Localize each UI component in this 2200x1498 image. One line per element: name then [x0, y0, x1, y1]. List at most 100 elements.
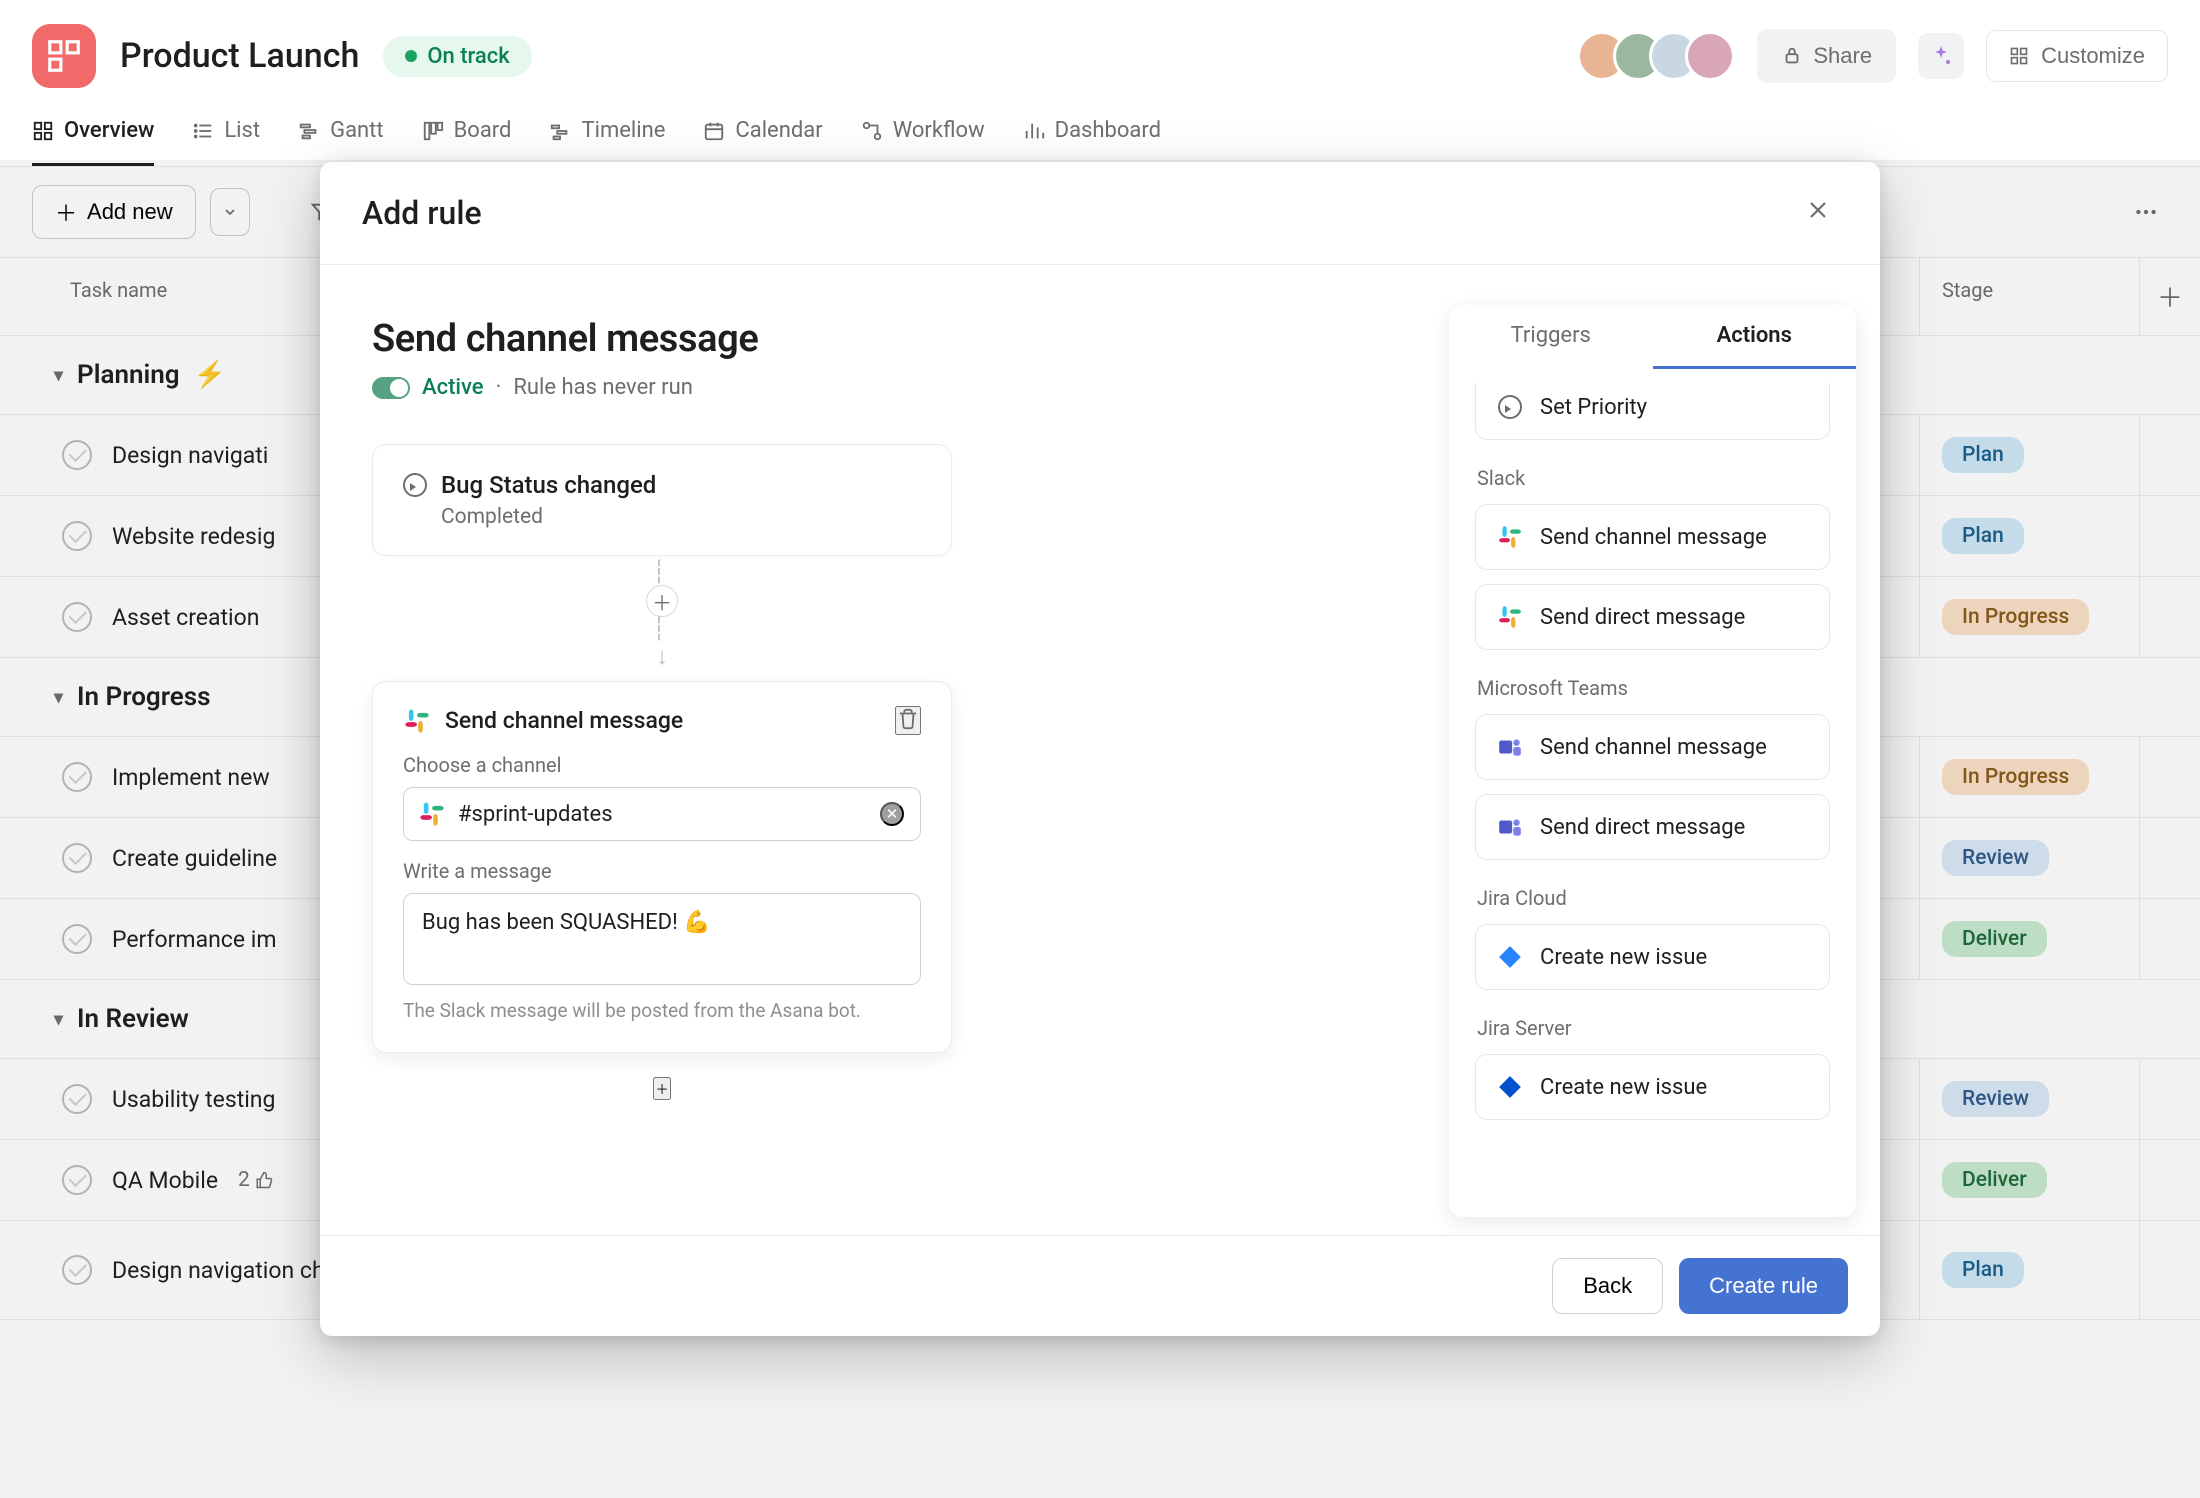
list-icon: [192, 120, 214, 142]
sidebar-group-label: Slack: [1477, 466, 1830, 490]
tab-label: Gantt: [330, 118, 384, 143]
jira2-icon: [1496, 1073, 1524, 1101]
action-option[interactable]: Create new issue: [1475, 924, 1830, 990]
close-icon: ✕: [886, 805, 899, 823]
trash-icon: [897, 708, 919, 730]
tab-workflow[interactable]: Workflow: [861, 104, 985, 166]
close-icon: [1806, 198, 1830, 222]
channel-field-label: Choose a channel: [403, 753, 921, 777]
project-icon: [32, 24, 96, 88]
status-chip[interactable]: On track: [383, 36, 531, 77]
rule-sidebar: Triggers Actions Set Priority Slack Send…: [1425, 265, 1880, 1235]
rule-append: ＋: [372, 1053, 952, 1100]
close-button[interactable]: [1798, 190, 1838, 236]
jira-icon: [1496, 943, 1524, 971]
channel-select[interactable]: #sprint-updates ✕: [403, 787, 921, 841]
separator: ·: [496, 375, 502, 400]
sb-item-label: Create new issue: [1540, 1075, 1707, 1100]
action-header-text: Send channel message: [445, 707, 683, 734]
message-field-label: Write a message: [403, 859, 921, 883]
trigger-icon: [403, 473, 427, 497]
sidebar-tab-actions[interactable]: Actions: [1653, 305, 1857, 369]
action-item-set-priority[interactable]: Set Priority: [1475, 383, 1830, 440]
clear-channel-button[interactable]: ✕: [880, 802, 904, 826]
delete-action-button[interactable]: [895, 706, 921, 735]
priority-icon: [1496, 393, 1524, 421]
teams-icon: [1496, 813, 1524, 841]
active-toggle[interactable]: [372, 377, 410, 399]
customize-button[interactable]: Customize: [1986, 30, 2168, 82]
slack-icon: [418, 800, 446, 828]
gantt-icon: [298, 120, 320, 142]
back-button[interactable]: Back: [1552, 1258, 1663, 1314]
sidebar-group-label: Jira Server: [1477, 1016, 1830, 1040]
tab-list[interactable]: List: [192, 104, 260, 166]
modal-footer: Back Create rule: [320, 1235, 1880, 1336]
slack-icon: [403, 707, 431, 735]
add-rule-modal: Add rule Send channel message Active · R…: [320, 162, 1880, 1336]
message-value: Bug has been SQUASHED! 💪: [422, 910, 711, 935]
sidebar-group-label: Jira Cloud: [1477, 886, 1830, 910]
teams-icon: [1496, 733, 1524, 761]
tab-label: Timeline: [581, 118, 665, 143]
board-icon: [422, 120, 444, 142]
view-tabs: Overview List Gantt Board Timeline Calen…: [0, 96, 2200, 167]
action-card: Send channel message Choose a channel #s…: [372, 681, 952, 1053]
channel-value: #sprint-updates: [458, 802, 613, 827]
tab-overview[interactable]: Overview: [32, 104, 154, 166]
tab-dashboard[interactable]: Dashboard: [1023, 104, 1161, 166]
tab-board[interactable]: Board: [422, 104, 512, 166]
trigger-card[interactable]: Bug Status changed Completed: [372, 444, 952, 556]
tab-label: Overview: [64, 118, 154, 143]
sidebar-group-label: Microsoft Teams: [1477, 676, 1830, 700]
modal-title: Add rule: [362, 194, 482, 232]
workflow-icon: [861, 120, 883, 142]
modal-header: Add rule: [320, 162, 1880, 265]
message-helper: The Slack message will be posted from th…: [403, 999, 921, 1022]
status-note: Rule has never run: [513, 375, 693, 400]
tab-label: Calendar: [735, 118, 822, 143]
customize-label: Customize: [2041, 43, 2145, 69]
sb-item-label: Send direct message: [1540, 605, 1745, 630]
rule-canvas: Send channel message Active · Rule has n…: [320, 265, 1425, 1235]
sidebar-tab-triggers[interactable]: Triggers: [1449, 305, 1653, 369]
status-text: On track: [427, 44, 509, 69]
add-trigger-step-button[interactable]: ＋: [646, 585, 678, 617]
slack-icon: [1496, 523, 1524, 551]
tab-calendar[interactable]: Calendar: [703, 104, 822, 166]
rule-name[interactable]: Send channel message: [372, 317, 1373, 361]
slack-icon: [1496, 603, 1524, 631]
project-title[interactable]: Product Launch: [120, 36, 359, 76]
tab-label: List: [224, 118, 260, 143]
active-label: Active: [422, 375, 484, 400]
sidebar-body[interactable]: Set Priority Slack Send channel message …: [1449, 369, 1856, 1217]
action-option[interactable]: Send direct message: [1475, 584, 1830, 650]
sb-item-label: Send direct message: [1540, 815, 1745, 840]
app-header: Product Launch On track Share Customize: [0, 0, 2200, 96]
connector-line-icon: ┆: [652, 566, 671, 579]
member-avatars[interactable]: [1591, 31, 1735, 81]
action-option[interactable]: Send channel message: [1475, 714, 1830, 780]
timeline-icon: [549, 120, 571, 142]
share-button[interactable]: Share: [1757, 29, 1896, 83]
sb-item-label: Send channel message: [1540, 525, 1767, 550]
create-rule-button[interactable]: Create rule: [1679, 1258, 1848, 1314]
add-action-step-button[interactable]: ＋: [653, 1077, 670, 1100]
sidebar-tabs: Triggers Actions: [1449, 305, 1856, 369]
sb-item-label: Create new issue: [1540, 945, 1707, 970]
grid-icon: [32, 120, 54, 142]
tab-timeline[interactable]: Timeline: [549, 104, 665, 166]
tab-label: Workflow: [893, 118, 985, 143]
calendar-icon: [703, 120, 725, 142]
action-option[interactable]: Create new issue: [1475, 1054, 1830, 1120]
action-option[interactable]: Send direct message: [1475, 794, 1830, 860]
tab-label: Board: [454, 118, 512, 143]
dashboard-icon: [1023, 120, 1045, 142]
action-option[interactable]: Send channel message: [1475, 504, 1830, 570]
tab-gantt[interactable]: Gantt: [298, 104, 384, 166]
connector-line-icon: ┆: [652, 623, 671, 636]
ai-sparkle-button[interactable]: [1918, 33, 1964, 79]
arrow-down-icon: ↓: [656, 642, 668, 671]
trigger-title: Bug Status changed: [441, 471, 656, 499]
message-textarea[interactable]: Bug has been SQUASHED! 💪: [403, 893, 921, 985]
